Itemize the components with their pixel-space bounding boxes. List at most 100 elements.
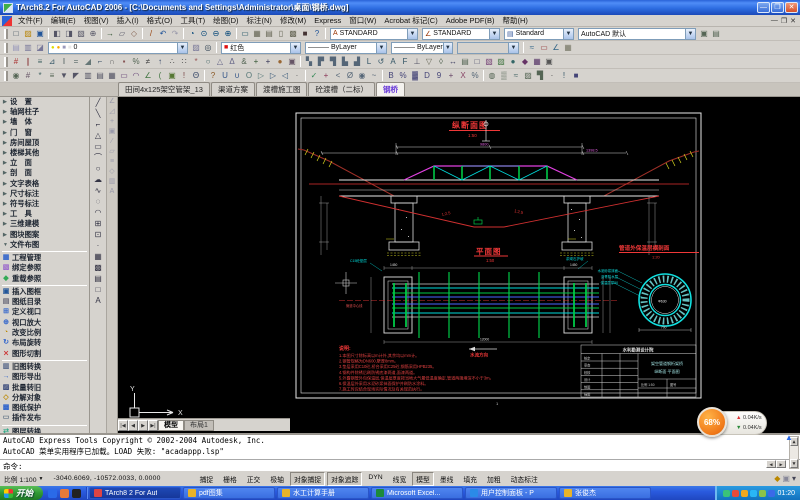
sidebar-item-图纸目录[interactable]: ▤ 图纸目录 (0, 297, 89, 307)
sidebar-section[interactable]: ▶ 设 置 (0, 97, 89, 107)
toolbar-icon[interactable]: / (145, 28, 157, 40)
modify-tool-icon[interactable]: ≡ (107, 157, 117, 167)
tarch-tool-icon[interactable]: ▛ (315, 56, 327, 68)
sidebar-section[interactable]: ▶ 尺寸标注 (0, 189, 89, 199)
tarch-tool-icon[interactable]: ▧ (483, 56, 495, 68)
scroll-left-icon[interactable]: ◀ (766, 460, 776, 468)
sidebar-item-旧图转换[interactable]: ▥ 旧图转换 (0, 362, 89, 372)
chevron-down-icon[interactable]: ▼ (290, 42, 300, 53)
tarch-tool-icon[interactable]: ▜ (327, 56, 339, 68)
memory-usage-badge[interactable]: 68% (697, 407, 727, 437)
tarch-tool-icon[interactable]: ◠ (130, 70, 142, 82)
command-scrollbar-horizontal[interactable]: ◀ ▶ (766, 460, 786, 468)
tarch-tool-icon[interactable]: ? (207, 70, 219, 82)
tarch-tool-icon[interactable]: ▓ (409, 70, 421, 82)
command-line-window[interactable]: AutoCAD Express Tools Copyright © 2002-2… (0, 433, 800, 471)
draw-tool-icon[interactable]: ⊞ (92, 218, 104, 229)
tarch-tool-icon[interactable]: ▪ (118, 56, 130, 68)
table-style-combo[interactable]: ▤ Standard ▼ (504, 27, 574, 40)
tarch-tool-icon[interactable]: F (399, 56, 411, 68)
tarch-tool-icon[interactable]: B (385, 70, 397, 82)
task-button[interactable]: Microsoft Excel... (371, 487, 464, 499)
status-toggle-栅格[interactable]: 栅格 (219, 472, 241, 486)
sidebar-item-插件发布[interactable]: ▭ 插件发布 (0, 413, 89, 423)
tarch-tool-icon[interactable]: % (397, 70, 409, 82)
tarch-tool-icon[interactable]: □ (471, 56, 483, 68)
tarch-tool-icon[interactable]: ⌐ (94, 56, 106, 68)
chevron-down-icon[interactable]: ▼ (407, 28, 417, 39)
sidebar-section[interactable]: ▶ 文字表格 (0, 179, 89, 189)
expand-caret-icon[interactable]: ▲ (785, 433, 793, 442)
tarch-tool-icon[interactable]: # (10, 56, 22, 68)
scale-selector[interactable]: 比例 1:100 ▼ (0, 474, 47, 484)
sidebar-section-expanded[interactable]: ▼ 文件布图 (0, 240, 89, 250)
menu-item[interactable]: Adobe PDF(B) (442, 16, 499, 25)
status-tray-icon[interactable]: ◆ (774, 474, 780, 483)
tarch-tool-icon[interactable]: * (34, 70, 46, 82)
sidebar-item-批量转旧[interactable]: ▨ 批量转旧 (0, 382, 89, 392)
modify-tool-icon[interactable]: ◿ (107, 107, 117, 117)
tarch-tool-icon[interactable]: ◉ (10, 70, 22, 82)
text-style-combo[interactable]: A STANDARD ▼ (330, 27, 418, 40)
modify-tool-icon[interactable]: + (107, 117, 117, 127)
tarch-tool-icon[interactable]: ↺ (375, 56, 387, 68)
menu-item[interactable]: 工具(T) (177, 15, 210, 26)
toolbar-icon[interactable]: ▦ (562, 42, 574, 54)
toolbar-icon[interactable]: ◧ (51, 28, 63, 40)
mdi-control-icon[interactable]: — (771, 17, 778, 25)
tarch-tool-icon[interactable]: ▥ (82, 70, 94, 82)
toolbar-icon[interactable]: ? (311, 28, 323, 40)
mdi-control-icon[interactable]: ✕ (790, 17, 796, 25)
status-toggle-极轴[interactable]: 极轴 (266, 472, 288, 486)
tarch-tool-icon[interactable]: ▷ (255, 70, 267, 82)
start-button[interactable]: 开始 (0, 486, 44, 500)
tarch-tool-icon[interactable]: ◁ (279, 70, 291, 82)
layer-combo[interactable]: ● ● ■ ■ 0 ▼ (48, 41, 188, 54)
menu-item[interactable]: 窗口(W) (345, 15, 380, 26)
tarch-tool-icon[interactable]: Ø (344, 70, 356, 82)
task-button[interactable]: pdf图集 (183, 487, 276, 499)
tarch-tool-icon[interactable]: ≈ (510, 70, 522, 82)
menu-item[interactable]: 修改(M) (276, 15, 310, 26)
draw-tool-icon[interactable]: ∿ (92, 185, 104, 196)
tarch-tool-icon[interactable]: ◊ (435, 56, 447, 68)
modify-tool-icon[interactable]: ▣ (107, 127, 117, 137)
toolbar-icon[interactable]: ≈ (526, 42, 538, 54)
tarch-tool-icon[interactable]: ∷ (178, 56, 190, 68)
tarch-tool-icon[interactable]: ▤ (94, 70, 106, 82)
task-button[interactable]: 水工计算手册 (277, 487, 370, 499)
menu-item[interactable]: 绘图(D) (209, 15, 242, 26)
tarch-tool-icon[interactable]: # (22, 70, 34, 82)
sidebar-section[interactable]: ▶ 楼梯其他 (0, 148, 89, 158)
tarch-tool-icon[interactable]: + (320, 70, 332, 82)
tarch-tool-icon[interactable]: ◆ (519, 56, 531, 68)
status-toggle-DYN[interactable]: DYN (364, 472, 386, 486)
tarch-tool-icon[interactable]: I (58, 56, 70, 68)
tray-icon[interactable] (759, 489, 767, 497)
chevron-down-icon[interactable]: ▼ (177, 42, 187, 53)
document-tab-4[interactable]: 砼渡槽（二标） (308, 82, 375, 96)
tarch-tool-icon[interactable]: ∴ (166, 56, 178, 68)
modify-tool-icon[interactable]: ▱ (107, 147, 117, 157)
tarch-tool-icon[interactable]: ● (507, 56, 519, 68)
tarch-tool-icon[interactable]: = (70, 56, 82, 68)
toolbar-icon[interactable]: ▣ (34, 28, 46, 40)
draw-tool-icon[interactable]: ⊡ (92, 229, 104, 240)
chevron-down-icon[interactable]: ▼ (685, 28, 695, 39)
restore-button[interactable]: ❐ (771, 2, 784, 13)
layer-tool-icon[interactable]: ◪ (34, 42, 46, 54)
status-tray-icon[interactable]: ▾ (792, 474, 796, 483)
menu-item[interactable]: 标注(N) (243, 15, 276, 26)
tarch-tool-icon[interactable]: ▼ (58, 70, 70, 82)
sidebar-section[interactable]: ▶ 三维建模 (0, 219, 89, 229)
tarch-tool-icon[interactable]: ✓ (308, 70, 320, 82)
quick-launch-icon[interactable] (72, 488, 82, 498)
tarch-tool-icon[interactable]: ▨ (495, 56, 507, 68)
tarch-tool-icon[interactable]: ◉ (356, 70, 368, 82)
sidebar-item-图形切割[interactable]: ⨯ 图形切割 (0, 348, 89, 358)
tarch-tool-icon[interactable]: ⊥ (411, 56, 423, 68)
tarch-tool-icon[interactable]: ▦ (106, 70, 118, 82)
scroll-right-icon[interactable]: ▶ (776, 460, 786, 468)
tray-icon[interactable] (750, 489, 758, 497)
tarch-tool-icon[interactable]: < (332, 70, 344, 82)
